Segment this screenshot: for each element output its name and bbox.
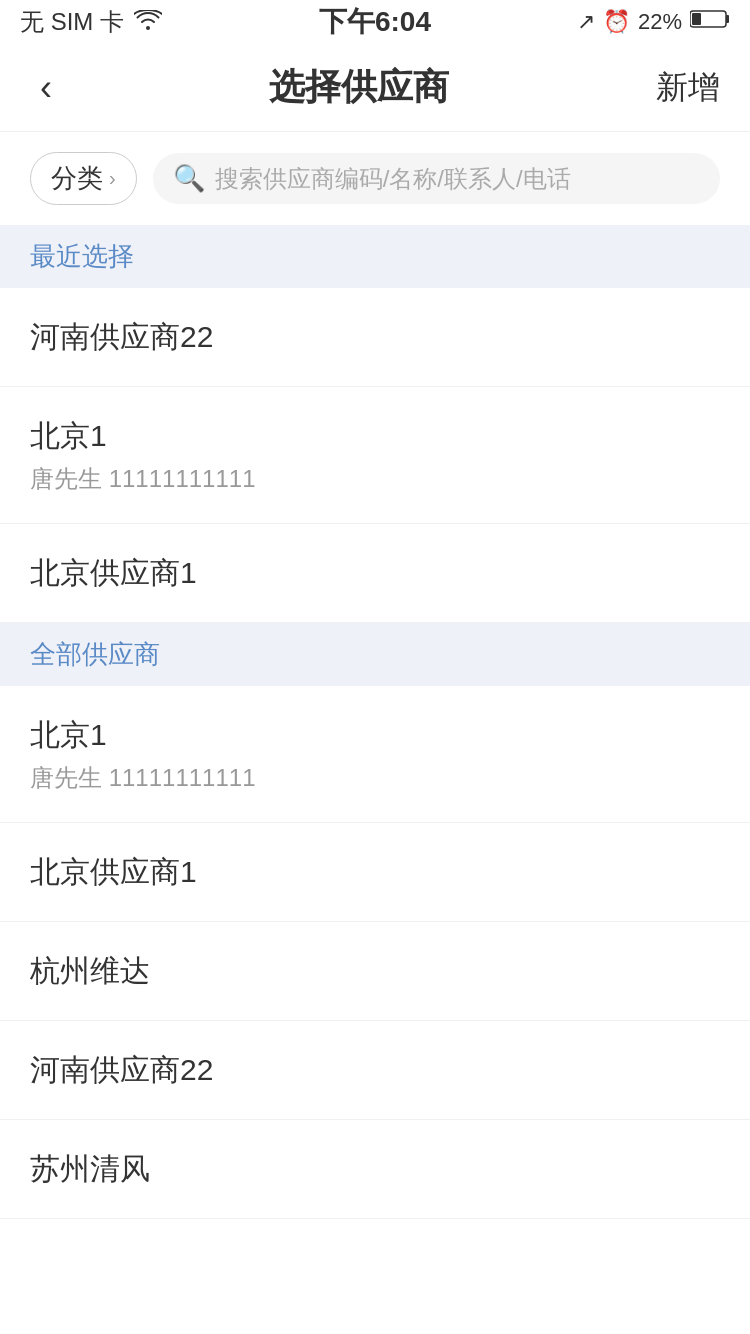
back-button[interactable]: ‹ <box>30 57 62 119</box>
new-action-button[interactable]: 新增 <box>656 66 720 110</box>
all-section-header: 全部供应商 <box>0 623 750 686</box>
recent-items-list: 河南供应商22 北京1 唐先生 11111111111 北京供应商1 <box>0 288 750 623</box>
filter-bar: 分类 › 🔍 <box>0 132 750 225</box>
item-name: 北京供应商1 <box>30 552 720 594</box>
category-label: 分类 <box>51 161 103 196</box>
status-time: 下午6:04 <box>319 3 431 41</box>
list-item[interactable]: 苏州清风 <box>0 1120 750 1219</box>
all-section-label: 全部供应商 <box>30 639 160 669</box>
item-sub: 唐先生 11111111111 <box>30 463 720 495</box>
chevron-right-icon: › <box>109 167 116 190</box>
svg-rect-1 <box>726 15 729 23</box>
search-box: 🔍 <box>153 153 720 204</box>
item-name: 杭州维达 <box>30 950 720 992</box>
list-item[interactable]: 北京供应商1 <box>0 823 750 922</box>
list-item[interactable]: 河南供应商22 <box>0 288 750 387</box>
item-name: 北京1 <box>30 415 720 457</box>
battery-label: 22% <box>638 9 682 35</box>
list-item[interactable]: 北京1 唐先生 11111111111 <box>0 387 750 524</box>
item-name: 北京供应商1 <box>30 851 720 893</box>
alarm-icon: ⏰ <box>603 9 630 35</box>
recent-section-label: 最近选择 <box>30 241 134 271</box>
category-filter-button[interactable]: 分类 › <box>30 152 137 205</box>
item-name: 河南供应商22 <box>30 316 720 358</box>
list-item[interactable]: 北京1 唐先生 11111111111 <box>0 686 750 823</box>
battery-icon <box>690 9 730 35</box>
list-item[interactable]: 杭州维达 <box>0 922 750 1021</box>
nav-title: 选择供应商 <box>269 63 449 112</box>
search-input[interactable] <box>215 165 700 193</box>
item-name: 苏州清风 <box>30 1148 720 1190</box>
list-item[interactable]: 北京供应商1 <box>0 524 750 623</box>
recent-section-header: 最近选择 <box>0 225 750 288</box>
item-name: 北京1 <box>30 714 720 756</box>
sim-label: 无 SIM 卡 <box>20 6 124 38</box>
wifi-icon <box>134 8 162 36</box>
list-item[interactable]: 河南供应商22 <box>0 1021 750 1120</box>
item-sub: 唐先生 11111111111 <box>30 762 720 794</box>
location-icon: ↗ <box>577 9 595 35</box>
status-left: 无 SIM 卡 <box>20 6 162 38</box>
status-right: ↗ ⏰ 22% <box>577 9 730 35</box>
status-bar: 无 SIM 卡 下午6:04 ↗ ⏰ 22% <box>0 0 750 44</box>
nav-bar: ‹ 选择供应商 新增 <box>0 44 750 132</box>
item-name: 河南供应商22 <box>30 1049 720 1091</box>
all-items-list: 北京1 唐先生 11111111111 北京供应商1 杭州维达河南供应商22 苏州清风 <box>0 686 750 1219</box>
svg-rect-2 <box>692 13 701 25</box>
search-icon: 🔍 <box>173 163 205 194</box>
